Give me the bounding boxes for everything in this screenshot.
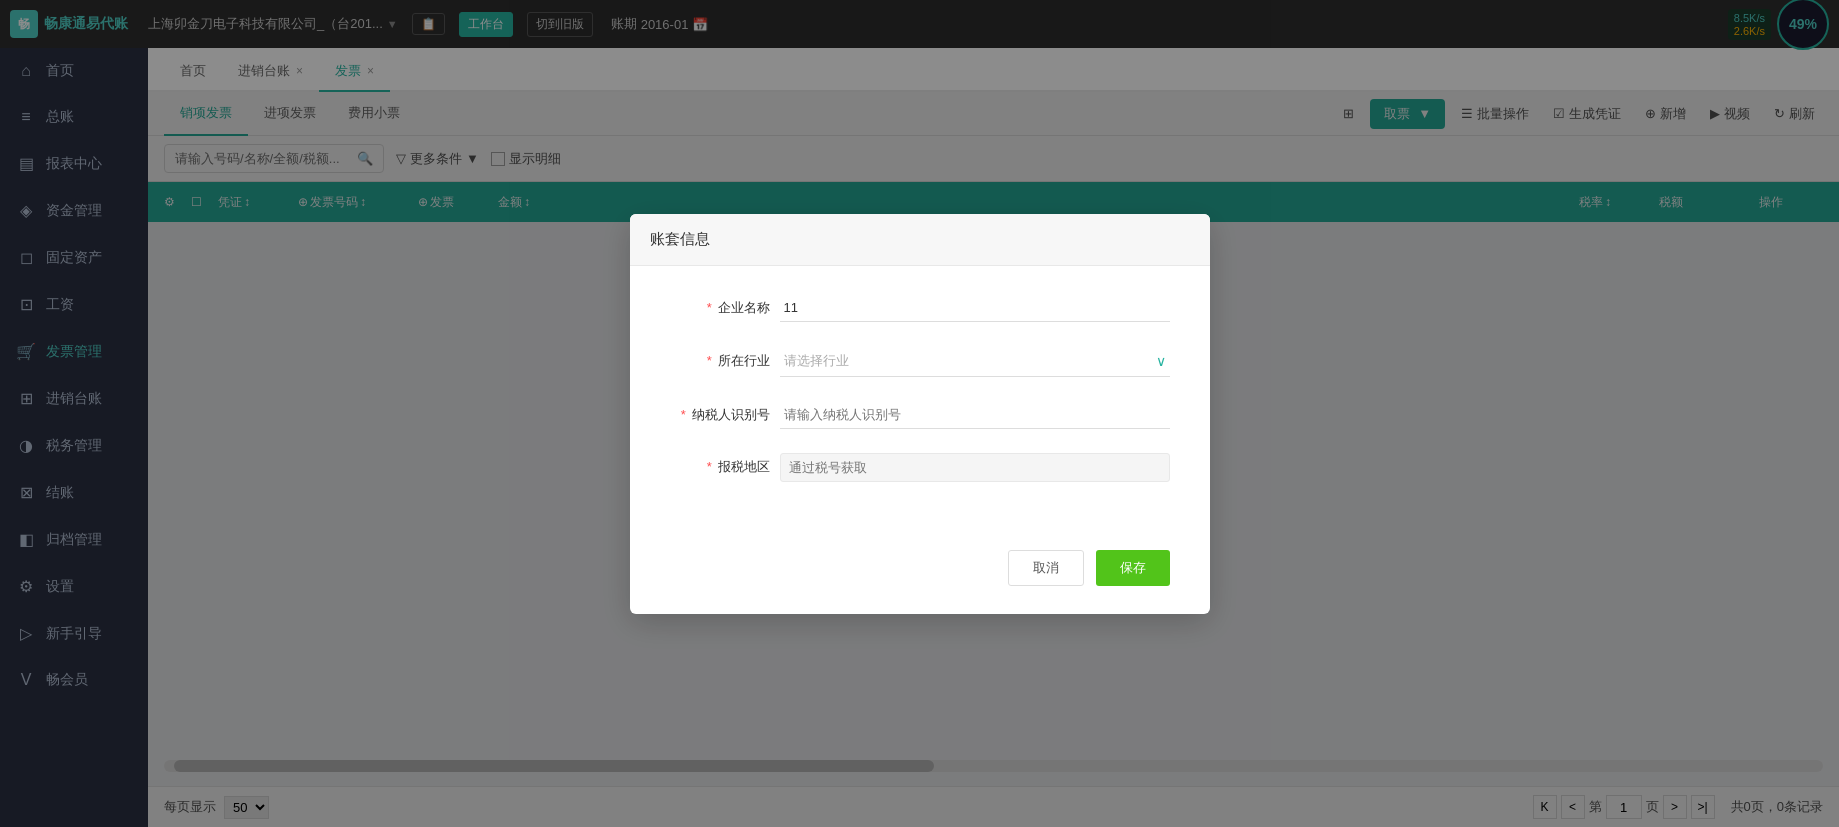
industry-label: * 所在行业 [670, 352, 780, 370]
cancel-button[interactable]: 取消 [1008, 550, 1084, 586]
tax-region-input [780, 453, 1170, 482]
tax-id-label: * 纳税人识别号 [670, 406, 780, 424]
tax-region-label: * 报税地区 [670, 458, 780, 476]
form-row-company: * 企业名称 [670, 294, 1170, 322]
form-row-tax-region: * 报税地区 [670, 453, 1170, 482]
dialog-body: * 企业名称 * 所在行业 请选择行业 ∨ * 纳 [630, 266, 1210, 534]
tax-id-input[interactable] [780, 401, 1170, 429]
modal-overlay: 账套信息 * 企业名称 * 所在行业 请选择行业 ∨ [0, 0, 1839, 827]
dialog-footer: 取消 保存 [630, 534, 1210, 614]
company-name-label: * 企业名称 [670, 299, 780, 317]
form-row-industry: * 所在行业 请选择行业 ∨ [670, 346, 1170, 377]
company-name-input[interactable] [780, 294, 1170, 322]
dialog-header: 账套信息 [630, 214, 1210, 266]
form-row-tax-id: * 纳税人识别号 [670, 401, 1170, 429]
account-info-dialog: 账套信息 * 企业名称 * 所在行业 请选择行业 ∨ [630, 214, 1210, 614]
industry-dropdown-arrow: ∨ [1156, 353, 1166, 369]
industry-select[interactable]: 请选择行业 ∨ [780, 346, 1170, 377]
save-button[interactable]: 保存 [1096, 550, 1170, 586]
industry-placeholder: 请选择行业 [784, 352, 1156, 370]
dialog-title: 账套信息 [650, 230, 710, 247]
